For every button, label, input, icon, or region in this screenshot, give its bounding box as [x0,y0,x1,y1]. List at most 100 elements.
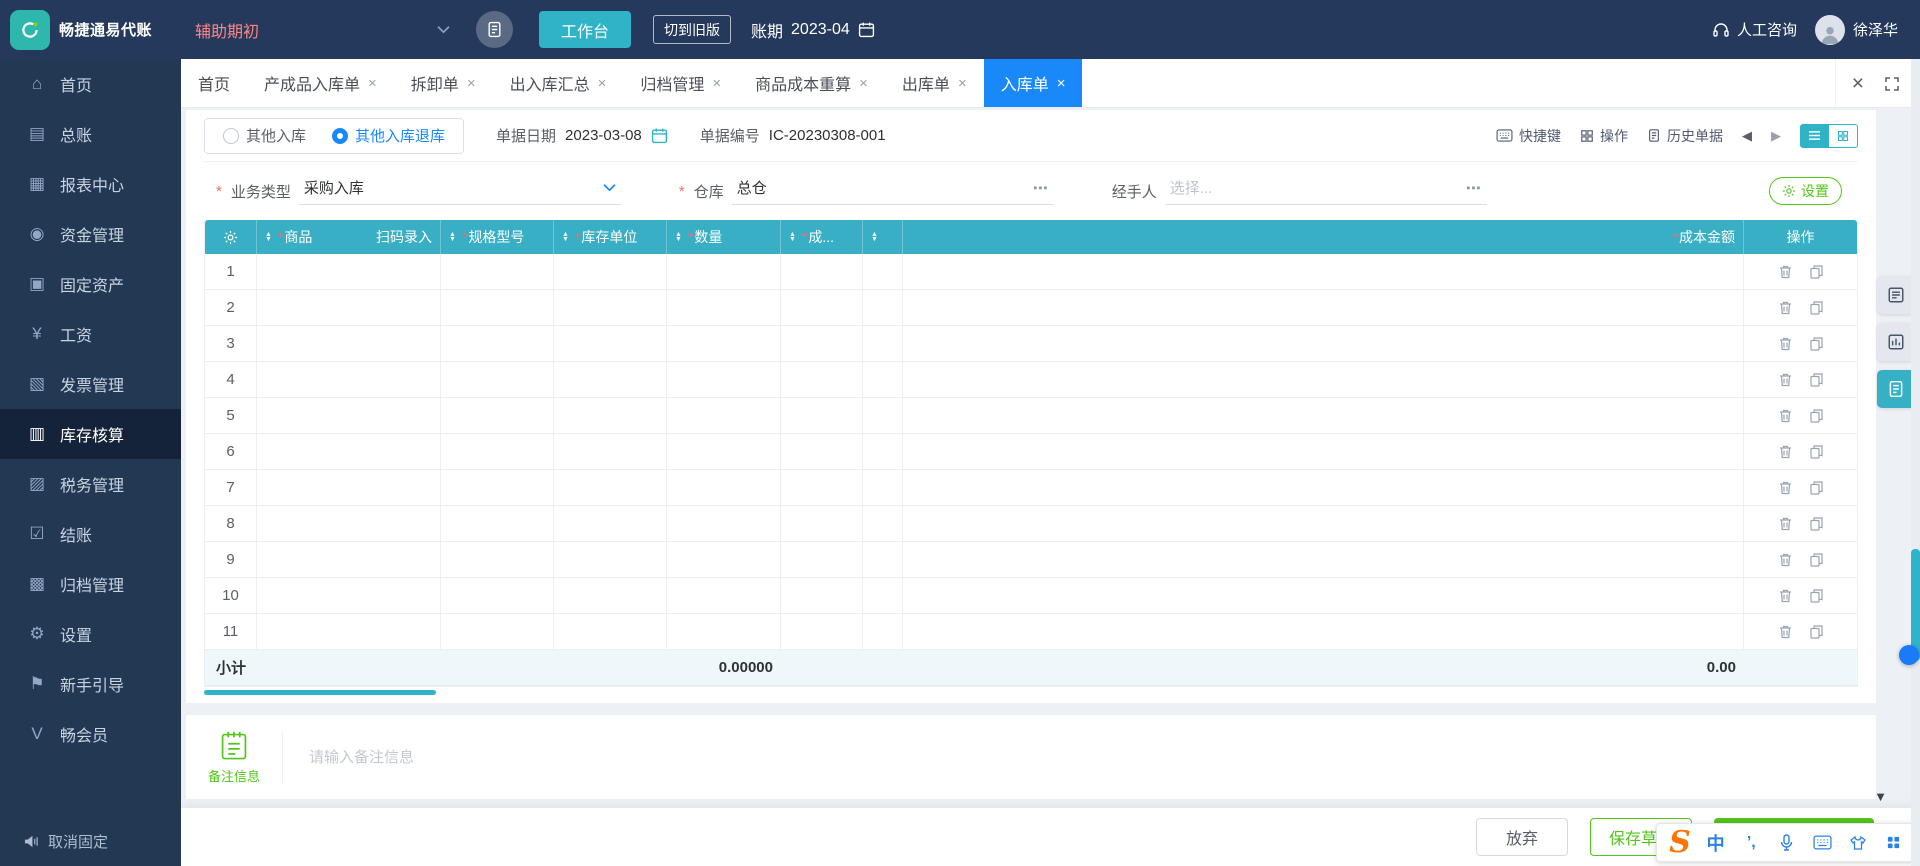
delete-row-icon[interactable] [1778,264,1793,280]
sort-icon[interactable]: ▲ ▼ [562,231,569,243]
sidebar-item[interactable]: ▥ 库存核算 [0,409,181,459]
avatar[interactable] [1814,14,1845,45]
header-cost[interactable]: ▲ ▼ * 成... [781,220,863,254]
tab[interactable]: 拆卸单 × [394,59,493,107]
delete-row-icon[interactable] [1778,588,1793,604]
cell-cost[interactable] [781,254,863,289]
ime-punctuation-toggle[interactable]: ’, [1736,828,1766,858]
sort-icon[interactable]: ▲ ▼ [449,231,456,243]
cell-product[interactable] [257,614,441,649]
sidebar-item[interactable]: V 畅会员 [0,709,181,759]
copy-row-icon[interactable] [1809,336,1824,352]
cell-unit[interactable] [554,290,667,325]
sidebar-item[interactable]: ⌂ 首页 [0,59,181,109]
tab-close-icon[interactable]: × [958,75,967,92]
cell-extra[interactable] [863,542,903,577]
tab-close-icon[interactable]: × [712,75,721,92]
tab[interactable]: 出入库汇总 × [493,59,624,107]
copy-row-icon[interactable] [1809,480,1824,496]
cell-product[interactable] [257,290,441,325]
delete-row-icon[interactable] [1778,552,1793,568]
cell-spec[interactable] [441,326,554,361]
skin-icon[interactable] [1843,828,1873,858]
tab[interactable]: 商品成本重算 × [738,59,885,107]
cell-product[interactable] [257,542,441,577]
history-docs-button[interactable]: 历史单据 [1647,126,1723,146]
cell-spec[interactable] [441,578,554,613]
cell-amount[interactable] [903,254,1744,289]
tab-close-icon[interactable]: × [467,75,476,92]
doc-date-value[interactable]: 2023-03-08 [565,127,642,144]
cell-amount[interactable] [903,506,1744,541]
keyboard-icon[interactable] [1808,828,1838,858]
cell-unit[interactable] [554,254,667,289]
microphone-icon[interactable] [1772,828,1802,858]
delete-row-icon[interactable] [1778,408,1793,424]
sidebar-item[interactable]: ▧ 发票管理 [0,359,181,409]
cell-spec[interactable] [441,290,554,325]
tab-close-icon[interactable]: × [368,75,377,92]
cell-extra[interactable] [863,254,903,289]
ellipsis-picker-icon[interactable]: ⋯ [1033,179,1049,197]
quick-note-icon[interactable] [476,11,513,48]
cell-extra[interactable] [863,506,903,541]
quick-voucher-icon[interactable] [1877,370,1915,408]
business-type-select[interactable]: 采购入库 [298,177,621,205]
scroll-position-ball[interactable] [1899,645,1919,665]
cell-spec[interactable] [441,398,554,433]
cell-extra[interactable] [863,578,903,613]
tab[interactable]: 入库单 × [983,59,1083,107]
cell-qty[interactable] [667,578,781,613]
cell-cost[interactable] [781,362,863,397]
header-qty[interactable]: ▲ ▼ * 数量 [667,220,781,254]
cell-amount[interactable] [903,470,1744,505]
account-period-value[interactable]: 2023-04 [791,21,850,39]
cell-extra[interactable] [863,362,903,397]
radio-option[interactable]: 其他入库 [223,125,306,146]
delete-row-icon[interactable] [1778,336,1793,352]
cell-cost[interactable] [781,542,863,577]
sort-icon[interactable]: ▲ ▼ [871,231,878,243]
grid-view-button[interactable] [1829,123,1858,148]
sidebar-item[interactable]: ▤ 总账 [0,109,181,159]
cell-cost[interactable] [781,614,863,649]
scroll-down-indicator[interactable]: ▼ [1874,789,1887,804]
sort-icon[interactable]: ▲ ▼ [789,231,796,243]
calendar-icon[interactable] [651,127,668,144]
cell-cost[interactable] [781,398,863,433]
column-settings-cell[interactable] [205,220,257,254]
prev-doc-icon[interactable]: ◀ [1742,128,1752,144]
cell-cost[interactable] [781,290,863,325]
cell-cost[interactable] [781,578,863,613]
operations-button[interactable]: 操作 [1580,126,1628,146]
copy-row-icon[interactable] [1809,516,1824,532]
header-product[interactable]: ▲ ▼ * 商品 扫码录入 [257,220,441,254]
sidebar-item[interactable]: ¥ 工资 [0,309,181,359]
tab-close-icon[interactable]: × [1057,75,1066,92]
cell-spec[interactable] [441,434,554,469]
delete-row-icon[interactable] [1778,480,1793,496]
sidebar-item[interactable]: ☑ 结账 [0,509,181,559]
delete-row-icon[interactable] [1778,372,1793,388]
cell-unit[interactable] [554,542,667,577]
remark-input[interactable] [283,715,1876,799]
quick-report-icon[interactable] [1877,323,1915,361]
cell-extra[interactable] [863,326,903,361]
settings-button[interactable]: 设置 [1769,177,1842,205]
close-all-tabs-icon[interactable]: × [1852,73,1864,94]
cell-spec[interactable] [441,542,554,577]
sidebar-item[interactable]: ⚑ 新手引导 [0,659,181,709]
cell-extra[interactable] [863,470,903,505]
cell-qty[interactable] [667,506,781,541]
cell-product[interactable] [257,470,441,505]
toolbox-grid-icon[interactable] [1879,828,1909,858]
cell-unit[interactable] [554,434,667,469]
copy-row-icon[interactable] [1809,408,1824,424]
copy-row-icon[interactable] [1809,372,1824,388]
cell-qty[interactable] [667,398,781,433]
cell-product[interactable] [257,362,441,397]
header-amount[interactable]: * 成本金额 [903,220,1744,254]
cell-extra[interactable] [863,434,903,469]
sidebar-item[interactable]: ▦ 报表中心 [0,159,181,209]
cell-extra[interactable] [863,614,903,649]
